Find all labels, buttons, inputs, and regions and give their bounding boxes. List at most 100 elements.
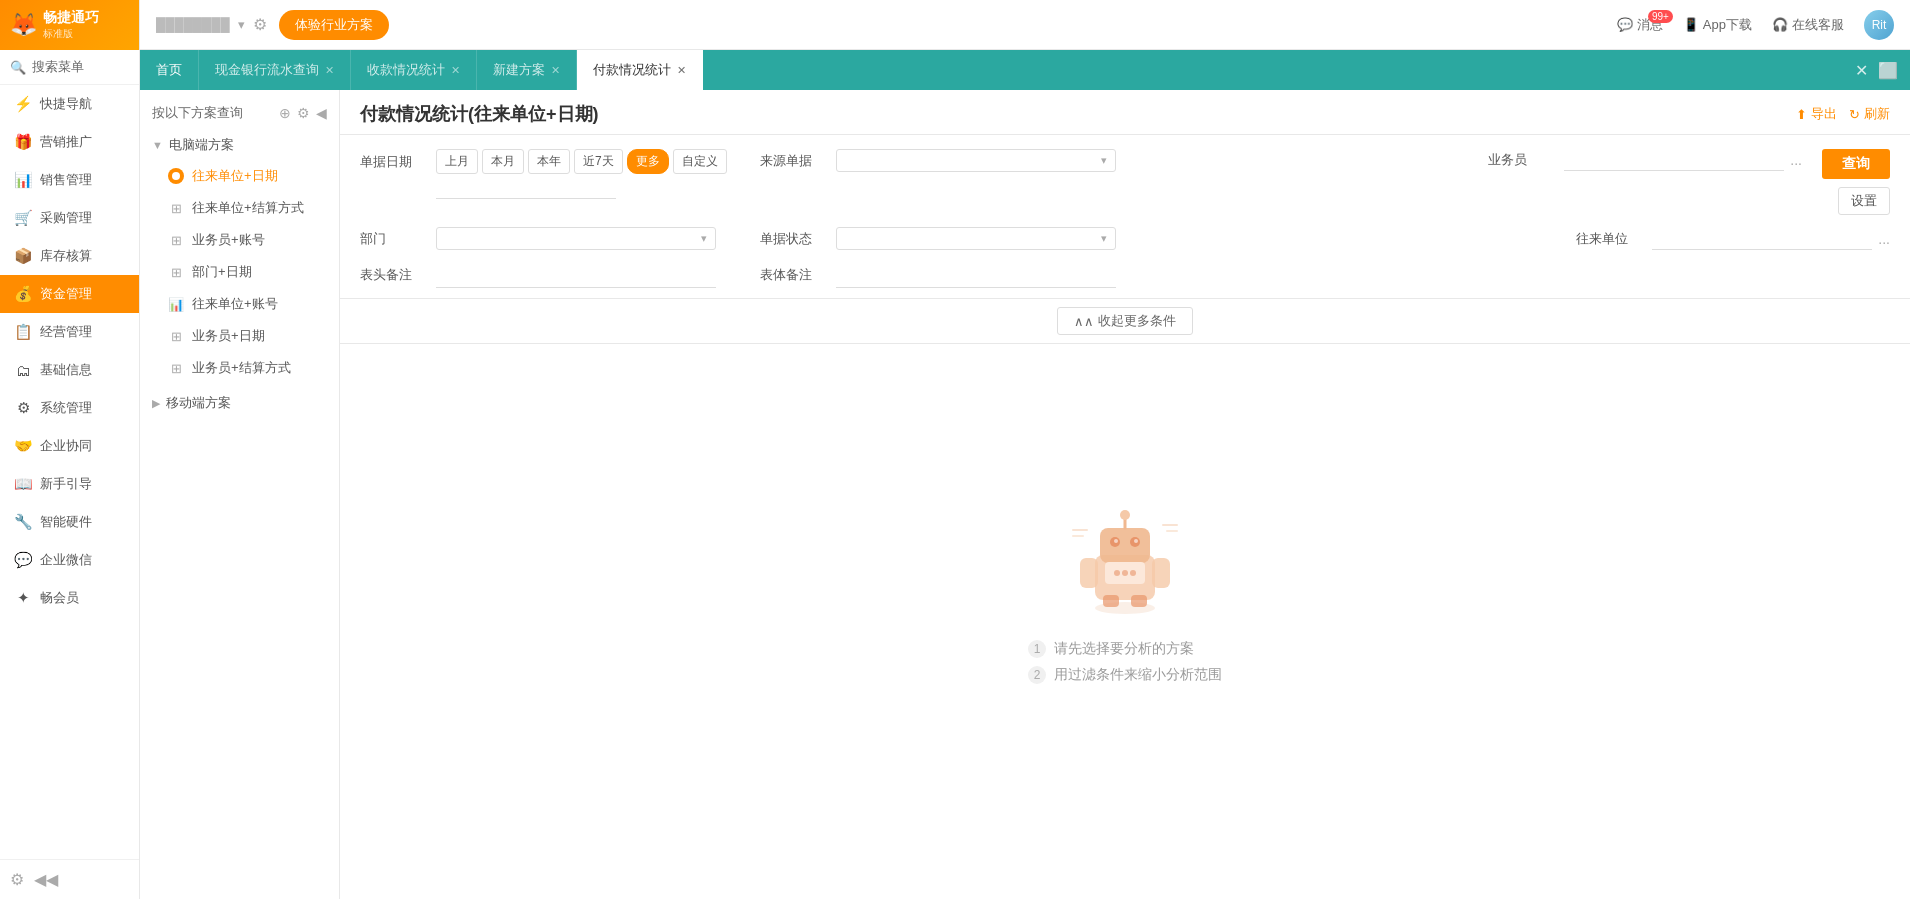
table-scheme-icon: ⊞: [168, 328, 184, 344]
contact-dots[interactable]: ...: [1878, 231, 1890, 247]
sidebar-item-purchase[interactable]: 🛒 采购管理: [0, 199, 139, 237]
tab-payment[interactable]: 付款情况统计 ✕: [577, 50, 703, 90]
basic-icon: 🗂: [14, 361, 32, 379]
tab-home-label: 首页: [156, 61, 182, 79]
online-service-btn[interactable]: 🎧 在线客服: [1772, 16, 1844, 34]
svg-rect-12: [1103, 595, 1119, 607]
dept-select[interactable]: ▾: [436, 227, 716, 250]
scheme-settings-icon[interactable]: ⚙: [297, 105, 310, 121]
scheme-desktop-group: ▼ 电脑端方案 往来单位+日期 ⊞ 往来单位+结算方式 ⊞ 业务员+账号: [140, 130, 339, 384]
svg-point-6: [1114, 539, 1118, 543]
tab-new-scheme[interactable]: 新建方案 ✕: [477, 50, 577, 90]
contact-input[interactable]: [1652, 228, 1872, 250]
scheme-item-staff-settle[interactable]: ⊞ 业务员+结算方式: [140, 352, 339, 384]
collapse-btn[interactable]: ∧∧ 收起更多条件: [1057, 307, 1193, 335]
sidebar-item-marketing[interactable]: 🎁 营销推广: [0, 123, 139, 161]
refresh-btn[interactable]: ↻ 刷新: [1849, 105, 1890, 123]
user-avatar[interactable]: Rit: [1864, 10, 1894, 40]
sidebar-item-basic[interactable]: 🗂 基础信息: [0, 351, 139, 389]
status-select[interactable]: ▾: [836, 227, 1116, 250]
tab-new-scheme-close[interactable]: ✕: [551, 64, 560, 77]
empty-tip-1: 1 请先选择要分析的方案: [1028, 640, 1222, 658]
sidebar-search[interactable]: 🔍 搜索菜单: [0, 50, 139, 85]
tab-cashflow-label: 现金银行流水查询: [215, 61, 319, 79]
header-note-input[interactable]: [436, 262, 716, 288]
phone-icon: 📱: [1683, 17, 1699, 32]
date-this-month-btn[interactable]: 本月: [482, 149, 524, 174]
svg-point-16: [1122, 570, 1128, 576]
scheme-mobile-group-title[interactable]: ▶ 移动端方案: [140, 388, 339, 418]
export-icon: ⬆: [1796, 107, 1807, 122]
date-custom-btn[interactable]: 自定义: [673, 149, 727, 174]
sidebar-item-label: 畅会员: [40, 589, 79, 607]
sidebar-item-operation[interactable]: 📋 经营管理: [0, 313, 139, 351]
topbar-settings-icon[interactable]: ⚙: [253, 15, 267, 34]
body-note-input[interactable]: [836, 262, 1116, 288]
source-select[interactable]: ▾: [836, 149, 1116, 172]
scheme-item-contact-settle[interactable]: ⊞ 往来单位+结算方式: [140, 192, 339, 224]
messages-btn[interactable]: 💬 消息 99+: [1617, 16, 1663, 34]
tab-new-scheme-label: 新建方案: [493, 61, 545, 79]
scheme-add-icon[interactable]: ⊕: [279, 105, 291, 121]
sidebar-footer: ⚙ ◀◀: [0, 859, 139, 899]
sidebar-item-finance[interactable]: 💰 资金管理: [0, 275, 139, 313]
date-more-btn[interactable]: 更多: [627, 149, 669, 174]
date-last-month-btn[interactable]: 上月: [436, 149, 478, 174]
sidebar-item-sales[interactable]: 📊 销售管理: [0, 161, 139, 199]
sidebar-item-inventory[interactable]: 📦 库存核算: [0, 237, 139, 275]
settings-footer-icon[interactable]: ⚙: [10, 870, 24, 889]
tab-payment-close[interactable]: ✕: [677, 64, 686, 77]
scheme-item-dept-date[interactable]: ⊞ 部门+日期: [140, 256, 339, 288]
sidebar-item-quicknav[interactable]: ⚡ 快捷导航: [0, 85, 139, 123]
date-btn-group: 上月 本月 本年 近7天 更多 自定义: [436, 149, 727, 174]
tab-receipt-close[interactable]: ✕: [451, 64, 460, 77]
sidebar-item-enterprise[interactable]: 🤝 企业协同: [0, 427, 139, 465]
filter-section: 单据日期 上月 本月 本年 近7天 更多 自定义 2022-01-01 至 20…: [340, 135, 1910, 299]
operation-icon: 📋: [14, 323, 32, 341]
tabs-close-all-icon[interactable]: ✕: [1855, 61, 1868, 80]
tabs-maximize-icon[interactable]: ⬜: [1878, 61, 1898, 80]
staff-dots[interactable]: ...: [1790, 152, 1802, 168]
sidebar-item-vip[interactable]: ✦ 畅会员: [0, 579, 139, 617]
scheme-collapse-icon[interactable]: ◀: [316, 105, 327, 121]
scheme-panel-actions: ⊕ ⚙ ◀: [279, 105, 327, 121]
sidebar-item-label: 销售管理: [40, 171, 92, 189]
collapse-sidebar-icon[interactable]: ◀◀: [34, 870, 58, 889]
avatar-text: Rit: [1872, 18, 1887, 32]
scheme-item-label: 部门+日期: [192, 263, 252, 281]
scheme-item-label: 业务员+日期: [192, 327, 265, 345]
scheme-desktop-group-title[interactable]: ▼ 电脑端方案: [140, 130, 339, 160]
topbar-right: 💬 消息 99+ 📱 App下载 🎧 在线客服 Rit: [1617, 10, 1894, 40]
sidebar-item-weixin[interactable]: 💬 企业微信: [0, 541, 139, 579]
query-btn[interactable]: 查询: [1822, 149, 1890, 179]
sidebar-item-hardware[interactable]: 🔧 智能硬件: [0, 503, 139, 541]
app-download-btn[interactable]: 📱 App下载: [1683, 16, 1752, 34]
trial-btn[interactable]: 体验行业方案: [279, 10, 389, 40]
export-label: 导出: [1811, 105, 1837, 123]
tab-cashflow[interactable]: 现金银行流水查询 ✕: [199, 50, 351, 90]
scheme-item-contact-account[interactable]: 📊 往来单位+账号: [140, 288, 339, 320]
sidebar-item-label: 企业微信: [40, 551, 92, 569]
guide-icon: 📖: [14, 475, 32, 493]
page-title: 付款情况统计(往来单位+日期): [360, 102, 599, 126]
sidebar-item-guide[interactable]: 📖 新手引导: [0, 465, 139, 503]
scheme-item-contact-date[interactable]: 往来单位+日期: [140, 160, 339, 192]
sidebar-item-system[interactable]: ⚙ 系统管理: [0, 389, 139, 427]
scheme-item-staff-account[interactable]: ⊞ 业务员+账号: [140, 224, 339, 256]
tab-receipt[interactable]: 收款情况统计 ✕: [351, 50, 477, 90]
date-last-7days-btn[interactable]: 近7天: [574, 149, 623, 174]
tab-home[interactable]: 首页: [140, 50, 199, 90]
settings-btn[interactable]: 设置: [1838, 187, 1890, 215]
staff-input[interactable]: [1564, 149, 1784, 171]
table-scheme-icon: ⊞: [168, 264, 184, 280]
export-btn[interactable]: ⬆ 导出: [1796, 105, 1837, 123]
date-range-input[interactable]: 2022-01-01 至 2022-12-31: [436, 178, 616, 199]
sidebar-item-label: 采购管理: [40, 209, 92, 227]
scheme-item-staff-date[interactable]: ⊞ 业务员+日期: [140, 320, 339, 352]
date-this-year-btn[interactable]: 本年: [528, 149, 570, 174]
sidebar-nav: ⚡ 快捷导航 🎁 营销推广 📊 销售管理 🛒 采购管理 📦 库存核算 💰 资金管…: [0, 85, 139, 859]
company-dropdown-icon[interactable]: ▾: [238, 17, 245, 32]
sidebar-item-label: 营销推广: [40, 133, 92, 151]
date-label: 单据日期: [360, 149, 430, 171]
tab-cashflow-close[interactable]: ✕: [325, 64, 334, 77]
